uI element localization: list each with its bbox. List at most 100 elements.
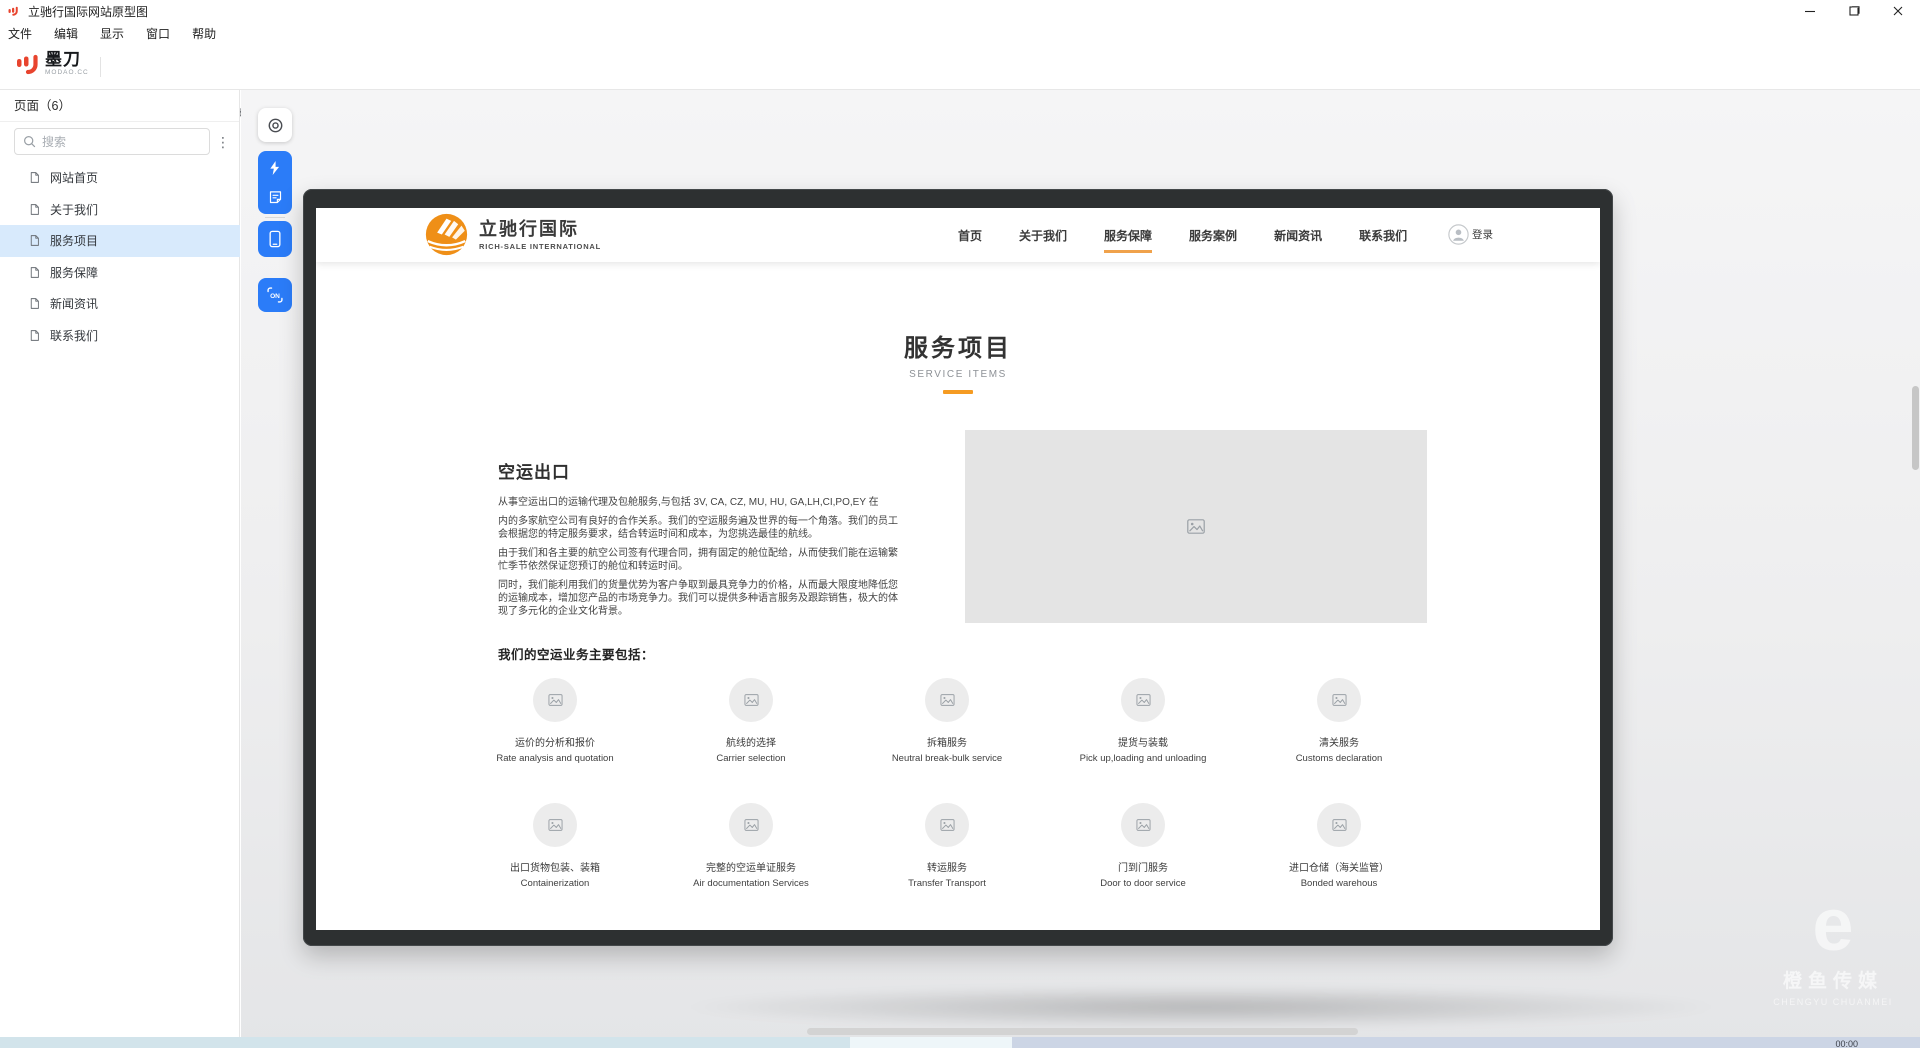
- toolbar-divider: [258, 214, 292, 221]
- maximize-icon[interactable]: [1832, 0, 1876, 22]
- menu-view[interactable]: 显示: [89, 25, 135, 42]
- video-timestamp: 00:00: [1835, 1039, 1858, 1048]
- image-placeholder-icon: [1317, 803, 1361, 847]
- video-progress-strip[interactable]: 00:00: [0, 1037, 1920, 1048]
- note-icon: [269, 191, 281, 204]
- site-nav: 首页 关于我们 服务保障 服务案例 新闻资讯 联系我们: [958, 208, 1407, 262]
- paragraph: 同时，我们能利用我们的货量优势为客户争取到最具竞争力的价格，从而最大限度地降低您…: [498, 580, 898, 617]
- notes-button[interactable]: [268, 190, 283, 205]
- app-toolbar: 墨刀 MODAO.CC 编辑 立驰行国际网站原型图 </> 分享 67%: [0, 44, 1920, 130]
- page-icon: [28, 329, 41, 342]
- image-placeholder-icon: [533, 678, 577, 722]
- screen-on-icon: ON: [267, 287, 283, 303]
- pages-header: 页面（6）: [0, 90, 239, 122]
- window-titlebar: 立驰行国际网站原型图: [0, 0, 1920, 22]
- image-placeholder-icon: [1187, 519, 1205, 534]
- close-icon[interactable]: [1876, 0, 1920, 22]
- paragraph: 内的多家航空公司有良好的合作关系。我们的空运服务遍及世界的每一个角落。我们的员工…: [498, 516, 898, 540]
- sidebar-item-news[interactable]: 新闻资讯: [0, 288, 240, 320]
- image-placeholder-icon: [1317, 678, 1361, 722]
- services-row-2: 出口货物包装、装箱 Containerization 完整的空运单证服务 Air…: [457, 803, 1437, 889]
- sidebar-item-contact[interactable]: 联系我们: [0, 320, 240, 352]
- nav-guarantee[interactable]: 服务保障: [1104, 208, 1153, 262]
- phone-icon: [269, 230, 281, 248]
- svg-text:ON: ON: [270, 293, 280, 300]
- service-item: 运价的分析和报价 Rate analysis and quotation: [457, 678, 653, 764]
- menu-edit[interactable]: 编辑: [43, 25, 89, 42]
- interaction-button[interactable]: [268, 160, 282, 176]
- page-icon: [28, 171, 41, 184]
- site-logo[interactable]: 立驰行国际 RICH-SALE INTERNATIONAL: [424, 212, 601, 257]
- avatar-icon: [1448, 224, 1469, 245]
- site-logo-subtitle: RICH-SALE INTERNATIONAL: [479, 242, 602, 251]
- vertical-scrollbar[interactable]: [1912, 386, 1919, 470]
- search-icon: [24, 136, 36, 148]
- toolbar-divider: [100, 57, 101, 77]
- image-placeholder-icon: [925, 803, 969, 847]
- site-logo-title: 立驰行国际: [479, 219, 579, 239]
- page-subtitle: SERVICE ITEMS: [909, 369, 1007, 380]
- page-icon: [28, 297, 41, 310]
- pages-sidebar: 页面（6） ⋮ 网站首页 关于我们 服务项目 服务保障 新闻资讯: [0, 90, 240, 1048]
- modao-logo[interactable]: 墨刀 MODAO.CC: [16, 50, 89, 76]
- target-icon: [268, 118, 282, 132]
- preview-canvas: ON 立驰行国际 RICH-SALE INTERNATIONAL 首页 关于我们…: [241, 90, 1920, 1048]
- image-placeholder-icon: [729, 803, 773, 847]
- image-placeholder-icon: [1121, 678, 1165, 722]
- horizontal-scrollbar[interactable]: [807, 1028, 1358, 1035]
- image-placeholder-icon: [533, 803, 577, 847]
- window-title: 立驰行国际网站原型图: [28, 4, 149, 19]
- menubar: 文件 编辑 显示 窗口 帮助: [0, 22, 1920, 44]
- pages-list: 网站首页 关于我们 服务项目 服务保障 新闻资讯 联系我们: [0, 162, 240, 351]
- lightning-icon: [270, 161, 280, 175]
- globe-logo-icon: [425, 213, 468, 256]
- services-heading: 我们的空运业务主要包括：: [498, 648, 655, 662]
- page-icon: [28, 203, 41, 216]
- service-item: 进口仓储（海关监管） Bonded warehous: [1241, 803, 1437, 889]
- service-item: 出口货物包装、装箱 Containerization: [457, 803, 653, 889]
- brand-subtitle: MODAO.CC: [45, 69, 89, 76]
- sidebar-item-about[interactable]: 关于我们: [0, 194, 240, 226]
- menu-help[interactable]: 帮助: [181, 25, 227, 42]
- search-input[interactable]: [14, 128, 210, 155]
- prototype-screen: 立驰行国际 RICH-SALE INTERNATIONAL 首页 关于我们 服务…: [316, 208, 1600, 930]
- page-head: 服务项目 SERVICE ITEMS: [316, 328, 1600, 394]
- paragraph: 从事空运出口的运输代理及包舱服务,与包括 3V, CA, CZ, MU, HU,…: [498, 497, 879, 508]
- nav-news[interactable]: 新闻资讯: [1274, 208, 1322, 262]
- nav-cases[interactable]: 服务案例: [1189, 208, 1237, 262]
- service-item: 门到门服务 Door to door service: [1045, 803, 1241, 889]
- paragraph: 由于我们和各主要的航空公司签有代理合同，拥有固定的舱位配给，从而使我们能在运输繁…: [498, 548, 898, 572]
- app-icon: [8, 6, 20, 17]
- nav-home[interactable]: 首页: [958, 208, 982, 262]
- image-placeholder-icon: [925, 678, 969, 722]
- login-button[interactable]: 登录: [1448, 224, 1493, 245]
- tv-floor-shadow: [661, 985, 1741, 1029]
- brand-name: 墨刀: [45, 50, 81, 69]
- nav-contact[interactable]: 联系我们: [1359, 208, 1407, 262]
- sidebar-item-services[interactable]: 服务项目: [0, 225, 240, 257]
- title-accent-bar: [943, 390, 973, 394]
- section-text: 空运出口 从事空运出口的运输代理及包舱服务,与包括 3V, CA, CZ, MU…: [498, 458, 898, 624]
- page-title: 服务项目: [904, 335, 1012, 362]
- search-field[interactable]: [42, 134, 192, 149]
- kebab-menu-icon[interactable]: ⋮: [214, 132, 232, 152]
- device-button[interactable]: [258, 221, 292, 257]
- menu-file[interactable]: 文件: [0, 25, 43, 42]
- image-placeholder-icon: [729, 678, 773, 722]
- minimize-icon[interactable]: [1788, 0, 1832, 22]
- site-header: 立驰行国际 RICH-SALE INTERNATIONAL 首页 关于我们 服务…: [316, 208, 1600, 262]
- services-row-1: 运价的分析和报价 Rate analysis and quotation 航线的…: [457, 678, 1437, 764]
- hero-image-placeholder: [965, 430, 1427, 623]
- target-button[interactable]: [258, 108, 292, 142]
- service-item: 转运服务 Transfer Transport: [849, 803, 1045, 889]
- sidebar-item-home[interactable]: 网站首页: [0, 162, 240, 194]
- page-icon: [28, 266, 41, 279]
- page-icon: [28, 234, 41, 247]
- menu-window[interactable]: 窗口: [135, 25, 181, 42]
- sidebar-item-guarantee[interactable]: 服务保障: [0, 257, 240, 289]
- service-item: 清关服务 Customs declaration: [1241, 678, 1437, 764]
- floating-toolbar: ON: [258, 108, 292, 312]
- screen-on-button[interactable]: ON: [258, 278, 292, 312]
- nav-about[interactable]: 关于我们: [1019, 208, 1067, 262]
- section-heading: 空运出口: [498, 463, 570, 482]
